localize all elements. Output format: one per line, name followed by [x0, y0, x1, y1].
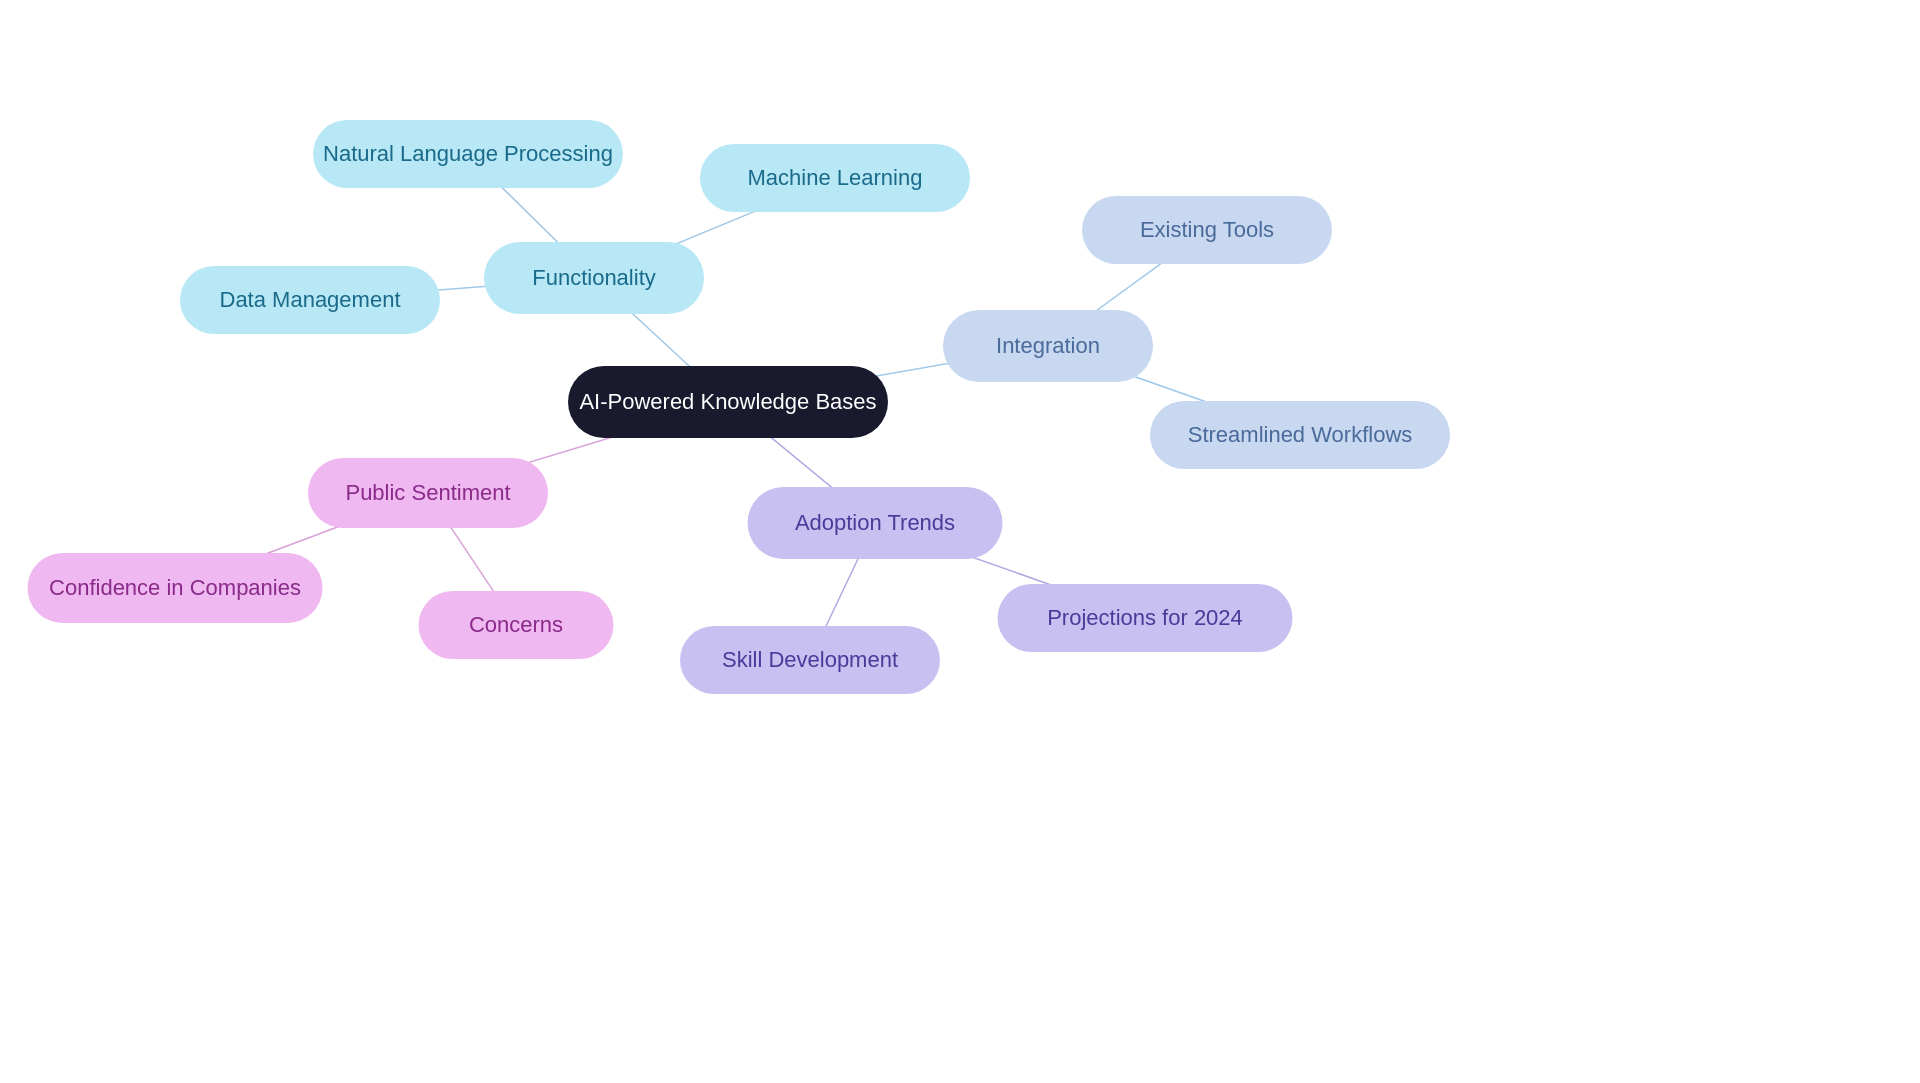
confidence-node[interactable]: Confidence in Companies: [28, 553, 323, 623]
data-management-node[interactable]: Data Management: [180, 266, 440, 334]
concerns-node[interactable]: Concerns: [419, 591, 614, 659]
center-label: AI-Powered Knowledge Bases: [571, 388, 884, 417]
projections-2024-node[interactable]: Projections for 2024: [998, 584, 1293, 652]
functionality-label: Functionality: [524, 264, 664, 293]
machine-learning-node[interactable]: Machine Learning: [700, 144, 970, 212]
functionality-node[interactable]: Functionality: [484, 242, 704, 314]
nlp-label: Natural Language Processing: [315, 140, 621, 169]
skill-development-node[interactable]: Skill Development: [680, 626, 940, 694]
data-management-label: Data Management: [212, 286, 409, 315]
public-sentiment-label: Public Sentiment: [337, 479, 518, 508]
nlp-node[interactable]: Natural Language Processing: [313, 120, 623, 188]
adoption-trends-node[interactable]: Adoption Trends: [748, 487, 1003, 559]
concerns-label: Concerns: [461, 611, 571, 640]
adoption-trends-label: Adoption Trends: [787, 509, 963, 538]
integration-label: Integration: [988, 332, 1108, 361]
existing-tools-node[interactable]: Existing Tools: [1082, 196, 1332, 264]
skill-development-label: Skill Development: [714, 646, 906, 675]
public-sentiment-node[interactable]: Public Sentiment: [308, 458, 548, 528]
center-node[interactable]: AI-Powered Knowledge Bases: [568, 366, 888, 438]
machine-learning-label: Machine Learning: [740, 164, 931, 193]
integration-node[interactable]: Integration: [943, 310, 1153, 382]
existing-tools-label: Existing Tools: [1132, 216, 1282, 245]
projections-2024-label: Projections for 2024: [1039, 604, 1251, 633]
streamlined-workflows-node[interactable]: Streamlined Workflows: [1150, 401, 1450, 469]
streamlined-workflows-label: Streamlined Workflows: [1180, 421, 1421, 450]
confidence-label: Confidence in Companies: [41, 574, 309, 603]
